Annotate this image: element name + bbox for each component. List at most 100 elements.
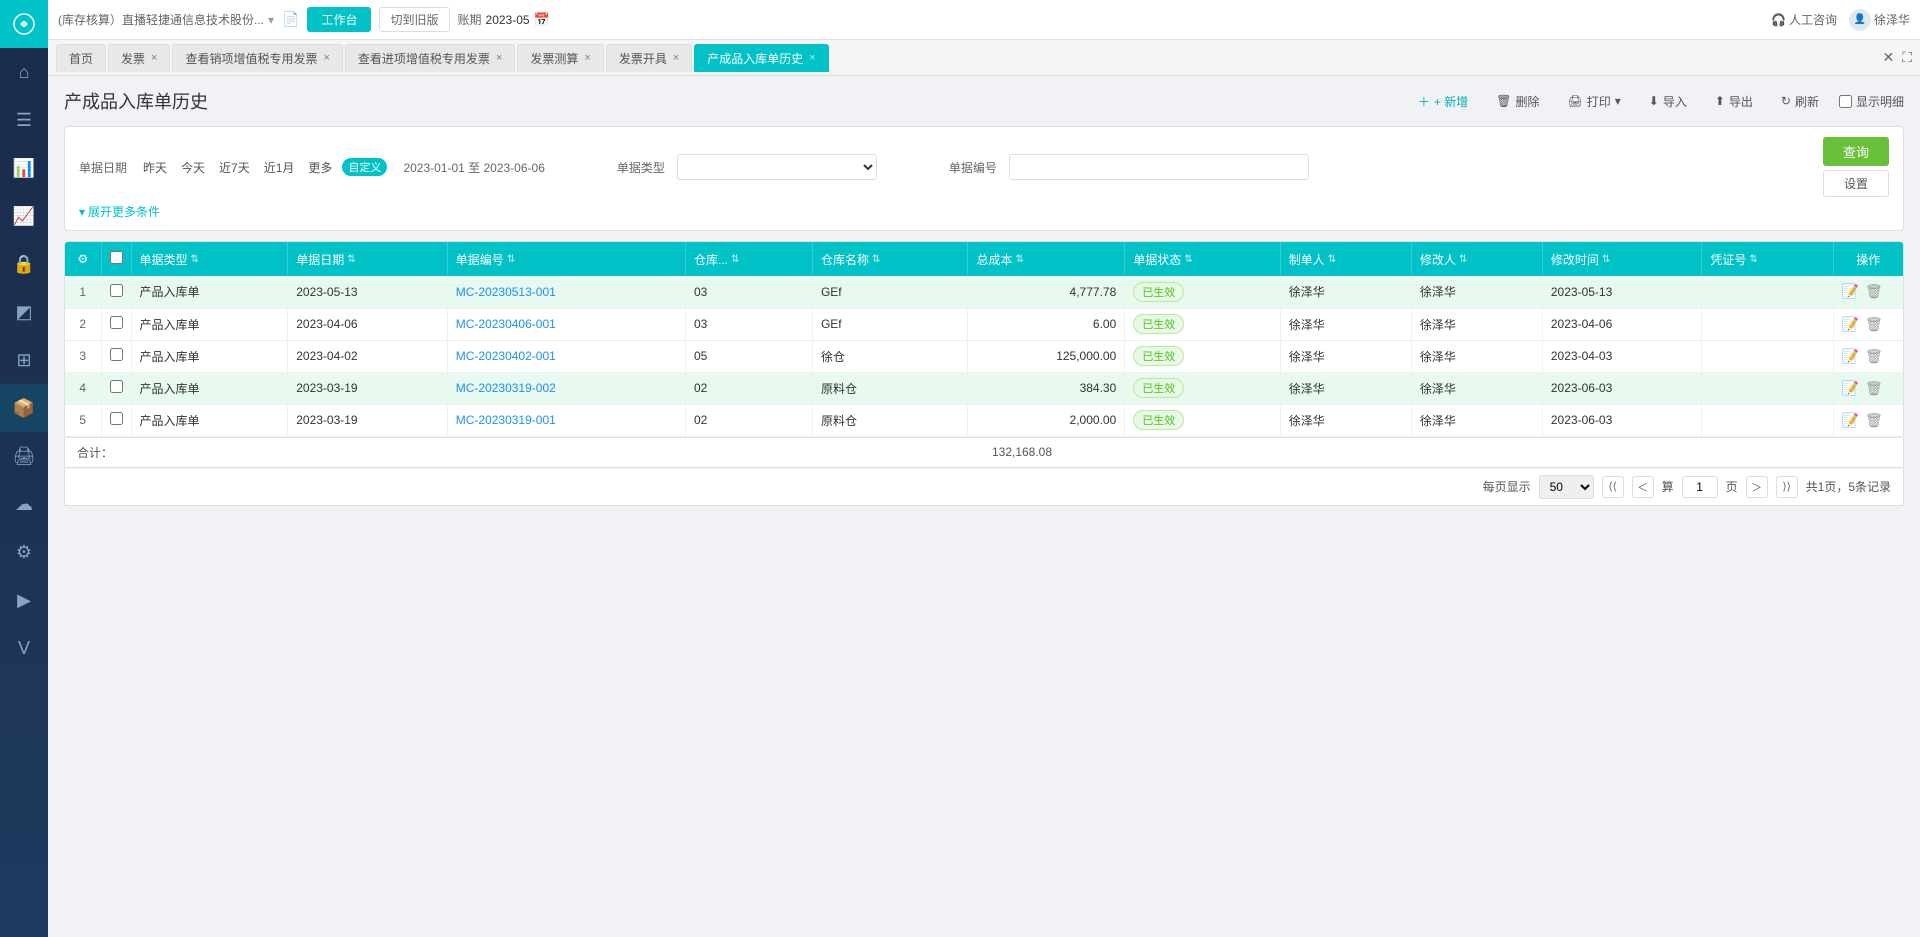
- sort-date-icon[interactable]: ⇅: [347, 254, 355, 265]
- refresh-button[interactable]: ↻ 刷新: [1773, 89, 1827, 114]
- expand-tabs[interactable]: ⛶: [1902, 49, 1912, 66]
- cell-check-3[interactable]: [101, 372, 131, 404]
- tab-invoice[interactable]: 发票 ×: [108, 44, 170, 72]
- btn-yesterday[interactable]: 昨天: [139, 157, 171, 178]
- last-page-btn[interactable]: ⟩⟩: [1776, 476, 1798, 498]
- close-all-tabs[interactable]: ✕: [1882, 49, 1894, 66]
- number-link-3[interactable]: MC-20230319-002: [456, 381, 556, 395]
- first-page-btn[interactable]: ⟨⟨: [1602, 476, 1624, 498]
- sidebar-item-home[interactable]: ⌂: [0, 48, 48, 96]
- number-link-1[interactable]: MC-20230406-001: [456, 317, 556, 331]
- per-page-select[interactable]: 50 10 20 100: [1539, 475, 1594, 499]
- sort-wcode-icon[interactable]: ⇅: [731, 254, 739, 265]
- sort-status-icon[interactable]: ⇅: [1184, 254, 1192, 265]
- sidebar-item-lock[interactable]: 🔒: [0, 240, 48, 288]
- close-tab-invoice[interactable]: ×: [151, 52, 157, 64]
- tab-home[interactable]: 首页: [56, 44, 106, 72]
- type-filter-select[interactable]: [677, 154, 877, 180]
- delete-icon-2[interactable]: 🗑: [1865, 348, 1883, 365]
- sidebar-item-version[interactable]: V: [0, 624, 48, 672]
- sort-cost-icon[interactable]: ⇅: [1015, 254, 1023, 265]
- tab-invoice-calc[interactable]: 发票测算 ×: [517, 44, 603, 72]
- row-checkbox-1[interactable]: [110, 316, 123, 329]
- number-link-4[interactable]: MC-20230319-001: [456, 413, 556, 427]
- tab-product-inbound[interactable]: 产成品入库单历史 ×: [694, 44, 828, 72]
- close-tab-output[interactable]: ×: [323, 52, 329, 64]
- sort-wname-icon[interactable]: ⇅: [872, 254, 880, 265]
- next-page-btn[interactable]: ＞: [1746, 476, 1768, 498]
- close-tab-open[interactable]: ×: [673, 52, 679, 64]
- sort-voucher-icon[interactable]: ⇅: [1749, 254, 1757, 265]
- cell-check-0[interactable]: [101, 276, 131, 308]
- sidebar-item-grid[interactable]: ⊞: [0, 336, 48, 384]
- cell-check-1[interactable]: [101, 308, 131, 340]
- sidebar-item-menu[interactable]: ☰: [0, 96, 48, 144]
- row-checkbox-0[interactable]: [110, 284, 123, 297]
- sidebar-item-cloud[interactable]: ☁: [0, 480, 48, 528]
- th-settings[interactable]: ⚙: [65, 242, 101, 276]
- edit-icon-0[interactable]: 📝: [1842, 283, 1859, 300]
- sort-creator-icon[interactable]: ⇅: [1328, 254, 1336, 265]
- print-button[interactable]: 🖨 打印 ▾: [1559, 89, 1628, 114]
- row-checkbox-4[interactable]: [110, 412, 123, 425]
- sort-type-icon[interactable]: ⇅: [191, 254, 199, 265]
- workbench-button[interactable]: 工作台: [307, 7, 371, 32]
- sidebar-item-stamp[interactable]: 🖨: [0, 432, 48, 480]
- edit-icon-4[interactable]: 📝: [1842, 412, 1859, 429]
- switch-version-button[interactable]: 切到旧版: [379, 7, 449, 32]
- delete-icon-0[interactable]: 🗑: [1865, 283, 1883, 300]
- btn-more[interactable]: 更多: [304, 157, 336, 178]
- set-button[interactable]: 设置: [1823, 170, 1889, 197]
- delete-icon-1[interactable]: 🗑: [1865, 316, 1883, 333]
- prev-page-btn[interactable]: ＜: [1632, 476, 1654, 498]
- page-number-input[interactable]: [1682, 476, 1718, 498]
- delete-icon-3[interactable]: 🗑: [1865, 380, 1883, 397]
- tab-input-invoice[interactable]: 查看进项增值税专用发票 ×: [345, 44, 515, 72]
- close-tab-calc[interactable]: ×: [584, 52, 590, 64]
- cell-number-2[interactable]: MC-20230402-001: [447, 340, 685, 372]
- show-detail-toggle[interactable]: 显示明细: [1839, 93, 1904, 110]
- close-tab-inbound[interactable]: ×: [809, 52, 815, 64]
- close-tab-input[interactable]: ×: [496, 52, 502, 64]
- number-link-0[interactable]: MC-20230513-001: [456, 285, 556, 299]
- expand-more-btn[interactable]: ▾ 展开更多条件: [79, 203, 160, 220]
- sort-number-icon[interactable]: ⇅: [507, 254, 515, 265]
- cell-number-1[interactable]: MC-20230406-001: [447, 308, 685, 340]
- show-detail-checkbox-input[interactable]: [1839, 95, 1852, 108]
- tab-invoice-open[interactable]: 发票开具 ×: [606, 44, 692, 72]
- import-button[interactable]: ⬇ 导入: [1641, 89, 1695, 114]
- check-all-checkbox[interactable]: [110, 251, 123, 264]
- th-check-all[interactable]: [101, 242, 131, 276]
- user-profile[interactable]: 👤 徐泽华: [1849, 9, 1910, 31]
- edit-icon-3[interactable]: 📝: [1842, 380, 1859, 397]
- new-button[interactable]: ＋ + 新增: [1410, 89, 1476, 114]
- btn-last1month[interactable]: 近1月: [260, 157, 299, 178]
- cell-number-4[interactable]: MC-20230319-001: [447, 404, 685, 436]
- cell-number-3[interactable]: MC-20230319-002: [447, 372, 685, 404]
- sidebar-item-play[interactable]: ▶: [0, 576, 48, 624]
- row-checkbox-3[interactable]: [110, 380, 123, 393]
- cell-check-4[interactable]: [101, 404, 131, 436]
- tab-output-invoice[interactable]: 查看销项增值税专用发票 ×: [172, 44, 342, 72]
- sort-modifier-icon[interactable]: ⇅: [1459, 254, 1467, 265]
- sort-mtime-icon[interactable]: ⇅: [1602, 254, 1610, 265]
- delete-button[interactable]: 🗑 删除: [1488, 89, 1547, 114]
- sidebar-item-report[interactable]: 📊: [0, 144, 48, 192]
- sidebar-item-settings[interactable]: ⚙: [0, 528, 48, 576]
- sidebar-item-module[interactable]: ◩: [0, 288, 48, 336]
- cell-check-2[interactable]: [101, 340, 131, 372]
- number-filter-input[interactable]: [1009, 154, 1309, 180]
- delete-icon-4[interactable]: 🗑: [1865, 412, 1883, 429]
- number-link-2[interactable]: MC-20230402-001: [456, 349, 556, 363]
- query-button[interactable]: 查询: [1823, 137, 1889, 166]
- sidebar-item-storage[interactable]: 📦: [0, 384, 48, 432]
- export-button[interactable]: ⬆ 导出: [1707, 89, 1761, 114]
- sidebar-item-chart[interactable]: 📈: [0, 192, 48, 240]
- btn-today[interactable]: 今天: [177, 157, 209, 178]
- edit-icon-1[interactable]: 📝: [1842, 316, 1859, 333]
- row-checkbox-2[interactable]: [110, 348, 123, 361]
- btn-custom[interactable]: 自定义: [342, 158, 387, 176]
- btn-last7days[interactable]: 近7天: [215, 157, 254, 178]
- user-service[interactable]: 🎧 人工咨询: [1771, 11, 1837, 28]
- edit-icon-2[interactable]: 📝: [1842, 348, 1859, 365]
